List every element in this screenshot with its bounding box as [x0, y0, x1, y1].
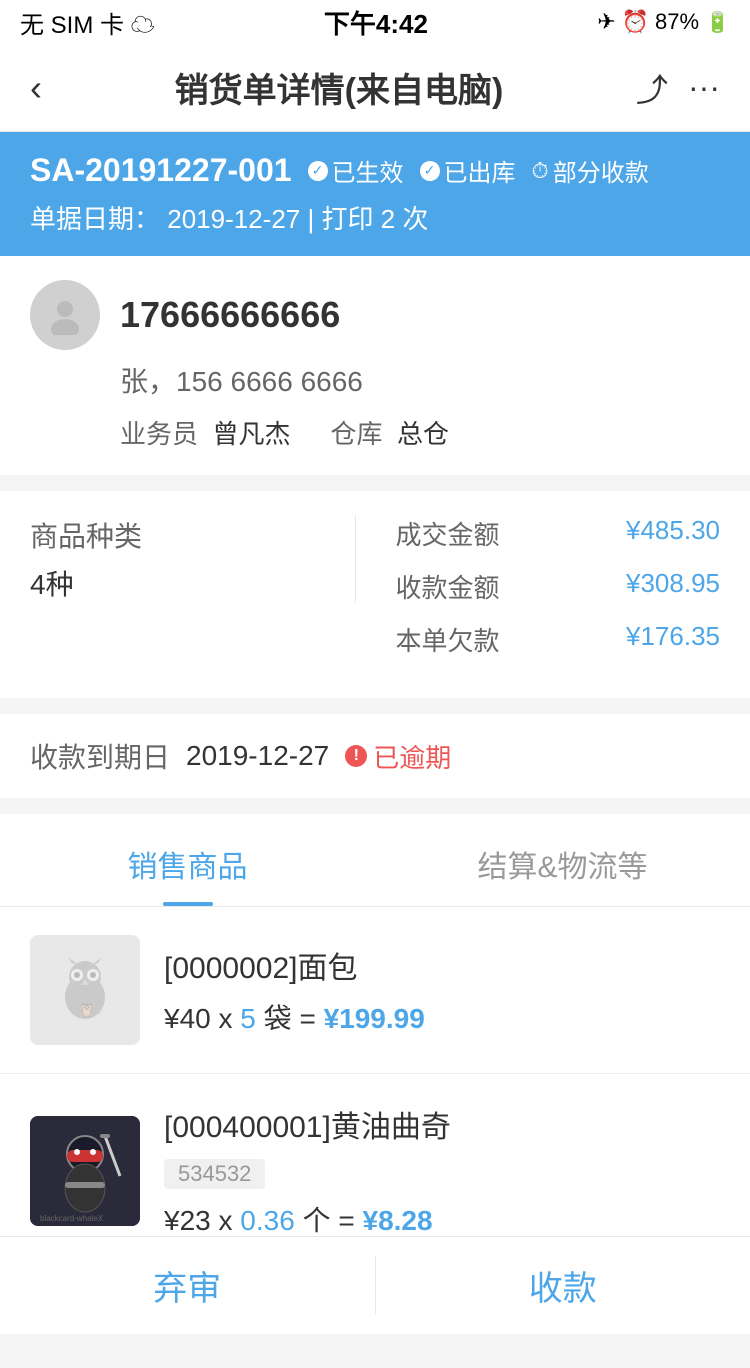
product-thumbnail-1: 🦉+: [30, 935, 140, 1045]
shipped-badge: ✓ 已出库: [420, 153, 516, 188]
collect-payment-button[interactable]: 收款: [376, 1237, 750, 1334]
avatar: [30, 280, 100, 350]
salesperson-label: 业务员 曾凡杰: [120, 414, 290, 451]
svg-text:🦉+: 🦉+: [78, 1002, 104, 1019]
product-type-count: 4种: [30, 563, 355, 603]
owing-label: 本单欠款: [396, 621, 500, 658]
stats-left: 商品种类 4种: [30, 515, 356, 603]
back-button[interactable]: ‹: [30, 67, 42, 109]
product-price-1: ¥40 x 5 袋 = ¥199.99: [164, 997, 720, 1037]
deal-amount-label: 成交金额: [396, 515, 500, 552]
product-info-1: [0000002]面包 ¥40 x 5 袋 = ¥199.99: [164, 943, 720, 1037]
check-icon2: ✓: [420, 161, 440, 181]
check-icon: ✓: [308, 161, 328, 181]
tabs-section: 销售商品 结算&物流等: [0, 814, 750, 907]
svg-text:blackcard-whaleX: blackcard-whaleX: [40, 1214, 104, 1223]
alarm-icon: ⏰: [622, 9, 649, 35]
order-number: SA-20191227-001: [30, 152, 292, 189]
clock-icon: ⏱: [532, 158, 549, 184]
overdue-icon: !: [345, 745, 367, 767]
cancel-review-button[interactable]: 弃审: [0, 1237, 375, 1334]
page-title: 销货单详情(来自电脑): [175, 63, 504, 112]
customer-phone: 17666666666: [120, 294, 340, 336]
customer-row: 17666666666: [30, 280, 720, 350]
status-left: 无 SIM 卡 ☁: [20, 5, 155, 40]
products-section: 🦉+ [0000002]面包 ¥40 x 5 袋 = ¥199.99: [0, 907, 750, 1268]
owing-value: ¥176.35: [626, 621, 720, 658]
product-qty-1: 5: [240, 1003, 256, 1034]
receipt-amount-value: ¥308.95: [626, 568, 720, 605]
more-icon[interactable]: ···: [688, 69, 720, 106]
due-date-label: 收款到期日: [30, 736, 170, 776]
order-date-row: 单据日期： 2019-12-27 | 打印 2 次: [30, 199, 720, 236]
tab-sales-products[interactable]: 销售商品: [0, 814, 375, 906]
customer-section: 17666666666 张，156 6666 6666 业务员 曾凡杰 仓库 总…: [0, 256, 750, 475]
overdue-badge: ! 已逾期: [345, 738, 451, 775]
overdue-text: 已逾期: [373, 738, 451, 775]
product-total-1: ¥199.99: [324, 1003, 425, 1034]
product-type-label: 商品种类: [30, 515, 355, 555]
bottom-bar: 弃审 收款: [0, 1236, 750, 1334]
sim-status: 无 SIM 卡 ☁: [20, 5, 155, 40]
due-date-value: 2019-12-27: [186, 740, 329, 772]
status-bar: 无 SIM 卡 ☁ 下午4:42 ✈ ⏰ 87% 🔋: [0, 0, 750, 44]
stats-section: 商品种类 4种 成交金额 ¥485.30 收款金额 ¥308.95 本单欠款 ¥…: [0, 491, 750, 698]
customer-meta: 业务员 曾凡杰 仓库 总仓: [30, 414, 720, 451]
share-icon[interactable]: ⤴: [636, 65, 668, 111]
location-icon: ✈: [597, 9, 615, 35]
due-date-section: 收款到期日 2019-12-27 ! 已逾期: [0, 714, 750, 798]
stats-right: 成交金额 ¥485.30 收款金额 ¥308.95 本单欠款 ¥176.35: [356, 515, 721, 674]
product-name-2: [000400001]黄油曲奇: [164, 1102, 720, 1146]
effective-badge: ✓ 已生效: [308, 153, 404, 188]
partial-receipt-badge: ⏱ 部分收款: [532, 153, 649, 188]
product-name-1: [0000002]面包: [164, 943, 720, 987]
battery-icon: 🔋: [705, 10, 730, 35]
tab-settlement[interactable]: 结算&物流等: [375, 814, 750, 906]
product-tag-2: 534532: [164, 1159, 265, 1189]
order-status-row: SA-20191227-001 ✓ 已生效 ✓ 已出库 ⏱ 部分收款: [30, 152, 720, 189]
nav-actions: ⤴ ···: [636, 65, 720, 111]
product-thumbnail-2: blackcard-whaleX: [30, 1116, 140, 1226]
status-right: ✈ ⏰ 87% 🔋: [597, 9, 730, 35]
header-card: SA-20191227-001 ✓ 已生效 ✓ 已出库 ⏱ 部分收款 单据日期：…: [0, 132, 750, 256]
deal-amount-row: 成交金额 ¥485.30: [396, 515, 721, 552]
warehouse-label: 仓库 总仓: [330, 414, 448, 451]
status-time: 下午4:42: [324, 4, 428, 41]
receipt-amount-label: 收款金额: [396, 568, 500, 605]
nav-bar: ‹ 销货单详情(来自电脑) ⤴ ···: [0, 44, 750, 132]
warehouse-value: 总仓: [397, 419, 449, 449]
salesperson-value: 曾凡杰: [212, 419, 290, 449]
list-item: 🦉+ [0000002]面包 ¥40 x 5 袋 = ¥199.99: [0, 907, 750, 1074]
deal-amount-value: ¥485.30: [626, 515, 720, 552]
customer-name-phone: 张，156 6666 6666: [30, 360, 720, 400]
tabs: 销售商品 结算&物流等: [0, 814, 750, 906]
product-info-2: [000400001]黄油曲奇 534532 ¥23 x 0.36 个 = ¥8…: [164, 1102, 720, 1239]
product-price-2: ¥23 x 0.36 个 = ¥8.28: [164, 1199, 720, 1239]
product-total-2: ¥8.28: [363, 1205, 433, 1236]
receipt-amount-row: 收款金额 ¥308.95: [396, 568, 721, 605]
owing-row: 本单欠款 ¥176.35: [396, 621, 721, 658]
product-qty-2: 0.36: [240, 1205, 295, 1236]
battery-status: 87%: [655, 9, 699, 35]
